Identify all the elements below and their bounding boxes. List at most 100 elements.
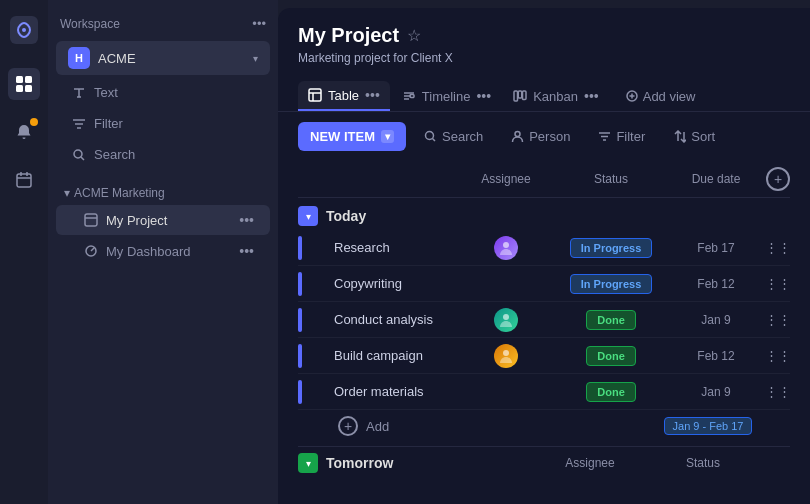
subtitle-client: Client X bbox=[411, 51, 453, 65]
avatar bbox=[494, 308, 518, 332]
svg-point-20 bbox=[503, 350, 509, 356]
task-status: Done bbox=[556, 310, 666, 330]
table-row[interactable]: Research In Progress Feb 17 ⋮⋮ bbox=[298, 230, 790, 266]
sidebar-filter-label: Filter bbox=[94, 116, 123, 131]
task-actions-icon[interactable]: ⋮⋮ bbox=[766, 240, 790, 255]
svg-rect-12 bbox=[514, 91, 518, 101]
table-row[interactable]: Copywriting In Progress Feb 12 ⋮⋮ bbox=[298, 266, 790, 302]
icon-bar bbox=[0, 0, 48, 504]
sidebar-header: Workspace ••• bbox=[48, 12, 278, 39]
nav-icon-calendar[interactable] bbox=[8, 164, 40, 196]
filter-label: Filter bbox=[616, 129, 645, 144]
add-view-tab[interactable]: Add view bbox=[615, 83, 706, 110]
tab-kanban[interactable]: Kanban ••• bbox=[503, 82, 609, 110]
svg-rect-5 bbox=[25, 85, 32, 92]
tomorrow-status-col: Status bbox=[648, 456, 758, 470]
status-badge: In Progress bbox=[570, 274, 653, 294]
tab-table[interactable]: Table ••• bbox=[298, 81, 390, 111]
add-task-icon: + bbox=[338, 416, 358, 436]
col-due-header: Due date bbox=[666, 172, 766, 186]
status-badge: Done bbox=[586, 346, 636, 366]
row-indicator bbox=[298, 344, 302, 368]
person-label: Person bbox=[529, 129, 570, 144]
task-actions-icon[interactable]: ⋮⋮ bbox=[766, 276, 790, 291]
task-actions-icon[interactable]: ⋮⋮ bbox=[766, 384, 790, 399]
sort-button[interactable]: Sort bbox=[663, 123, 725, 150]
filter-icon bbox=[72, 117, 86, 131]
nav-icon-bell[interactable] bbox=[8, 116, 40, 148]
notification-badge bbox=[30, 118, 38, 126]
workspace-chevron-icon: ▾ bbox=[253, 53, 258, 64]
project-title-row: My Project ☆ bbox=[298, 24, 790, 47]
tab-table-more[interactable]: ••• bbox=[365, 87, 380, 103]
table-row[interactable]: Conduct analysis Done Jan 9 ⋮⋮ bbox=[298, 302, 790, 338]
tab-timeline[interactable]: Timeline ••• bbox=[392, 82, 501, 110]
kanban-icon bbox=[513, 89, 527, 103]
task-assignee bbox=[456, 308, 556, 332]
table-header: Assignee Status Due date + bbox=[298, 161, 790, 198]
task-due: Feb 12 bbox=[666, 277, 766, 291]
star-icon[interactable]: ☆ bbox=[407, 26, 421, 45]
project-title: My Project bbox=[298, 24, 399, 47]
tab-kanban-more[interactable]: ••• bbox=[584, 88, 599, 104]
project-icon bbox=[84, 213, 98, 227]
row-indicator bbox=[298, 272, 302, 296]
svg-rect-2 bbox=[16, 76, 23, 83]
add-task-row[interactable]: + Add Jan 9 - Feb 17 bbox=[298, 410, 790, 442]
task-due: Jan 9 bbox=[666, 385, 766, 399]
section-header[interactable]: ▾ ACME Marketing bbox=[48, 182, 278, 204]
tab-kanban-label: Kanban bbox=[533, 89, 578, 104]
my-dashboard-more-icon[interactable]: ••• bbox=[239, 243, 254, 259]
today-group-chevron[interactable]: ▾ bbox=[298, 206, 318, 226]
nav-icon-grid[interactable] bbox=[8, 68, 40, 100]
my-project-more-icon[interactable]: ••• bbox=[239, 212, 254, 228]
filter-button[interactable]: Filter bbox=[588, 123, 655, 150]
add-column-button[interactable]: + bbox=[766, 167, 790, 191]
sidebar-item-search[interactable]: Search bbox=[56, 140, 270, 169]
workspace-more-icon[interactable]: ••• bbox=[252, 16, 266, 31]
sidebar-item-my-project[interactable]: My Project ••• bbox=[56, 205, 270, 235]
svg-point-17 bbox=[515, 132, 520, 137]
workspace-icon: H bbox=[68, 47, 90, 69]
workspace-selector[interactable]: H ACME ▾ bbox=[56, 41, 270, 75]
table-row[interactable]: Build campaign Done Feb 12 ⋮⋮ bbox=[298, 338, 790, 374]
person-button[interactable]: Person bbox=[501, 123, 580, 150]
sidebar-item-filter[interactable]: Filter bbox=[56, 109, 270, 138]
svg-point-7 bbox=[74, 150, 82, 158]
new-item-chevron-icon: ▾ bbox=[381, 130, 394, 143]
table-row[interactable]: Order materials Done Jan 9 ⋮⋮ bbox=[298, 374, 790, 410]
svg-rect-3 bbox=[25, 76, 32, 83]
search-label: Search bbox=[442, 129, 483, 144]
sidebar-item-my-dashboard[interactable]: My Dashboard ••• bbox=[56, 236, 270, 266]
sidebar-search-label: Search bbox=[94, 147, 135, 162]
task-status: In Progress bbox=[556, 274, 666, 294]
task-due: Jan 9 bbox=[666, 313, 766, 327]
table-container: Assignee Status Due date + ▾ Today Resea… bbox=[278, 161, 810, 504]
task-name: Research bbox=[330, 240, 456, 255]
search-icon bbox=[72, 148, 86, 162]
svg-point-18 bbox=[503, 242, 509, 248]
status-badge: Done bbox=[586, 382, 636, 402]
dashboard-icon bbox=[84, 244, 98, 258]
sidebar-item-text[interactable]: Text bbox=[56, 78, 270, 107]
my-project-label: My Project bbox=[106, 213, 231, 228]
search-button[interactable]: Search bbox=[414, 123, 493, 150]
toolbar-filter-icon bbox=[598, 130, 611, 143]
new-item-button[interactable]: NEW ITEM ▾ bbox=[298, 122, 406, 151]
sidebar: Workspace ••• H ACME ▾ Text Filter Sea bbox=[48, 0, 278, 504]
tomorrow-chevron[interactable]: ▾ bbox=[298, 453, 318, 473]
add-view-label: Add view bbox=[643, 89, 696, 104]
main-content: My Project ☆ Marketing project for Clien… bbox=[278, 8, 810, 504]
svg-point-1 bbox=[22, 28, 26, 32]
task-name: Conduct analysis bbox=[330, 312, 456, 327]
task-assignee bbox=[456, 236, 556, 260]
task-assignee bbox=[456, 344, 556, 368]
task-due: Feb 12 bbox=[666, 349, 766, 363]
task-actions-icon[interactable]: ⋮⋮ bbox=[766, 312, 790, 327]
add-task-label: Add bbox=[366, 419, 389, 434]
my-dashboard-label: My Dashboard bbox=[106, 244, 231, 259]
row-indicator bbox=[298, 380, 302, 404]
task-actions-icon[interactable]: ⋮⋮ bbox=[766, 348, 790, 363]
tab-timeline-more[interactable]: ••• bbox=[476, 88, 491, 104]
avatar bbox=[494, 236, 518, 260]
